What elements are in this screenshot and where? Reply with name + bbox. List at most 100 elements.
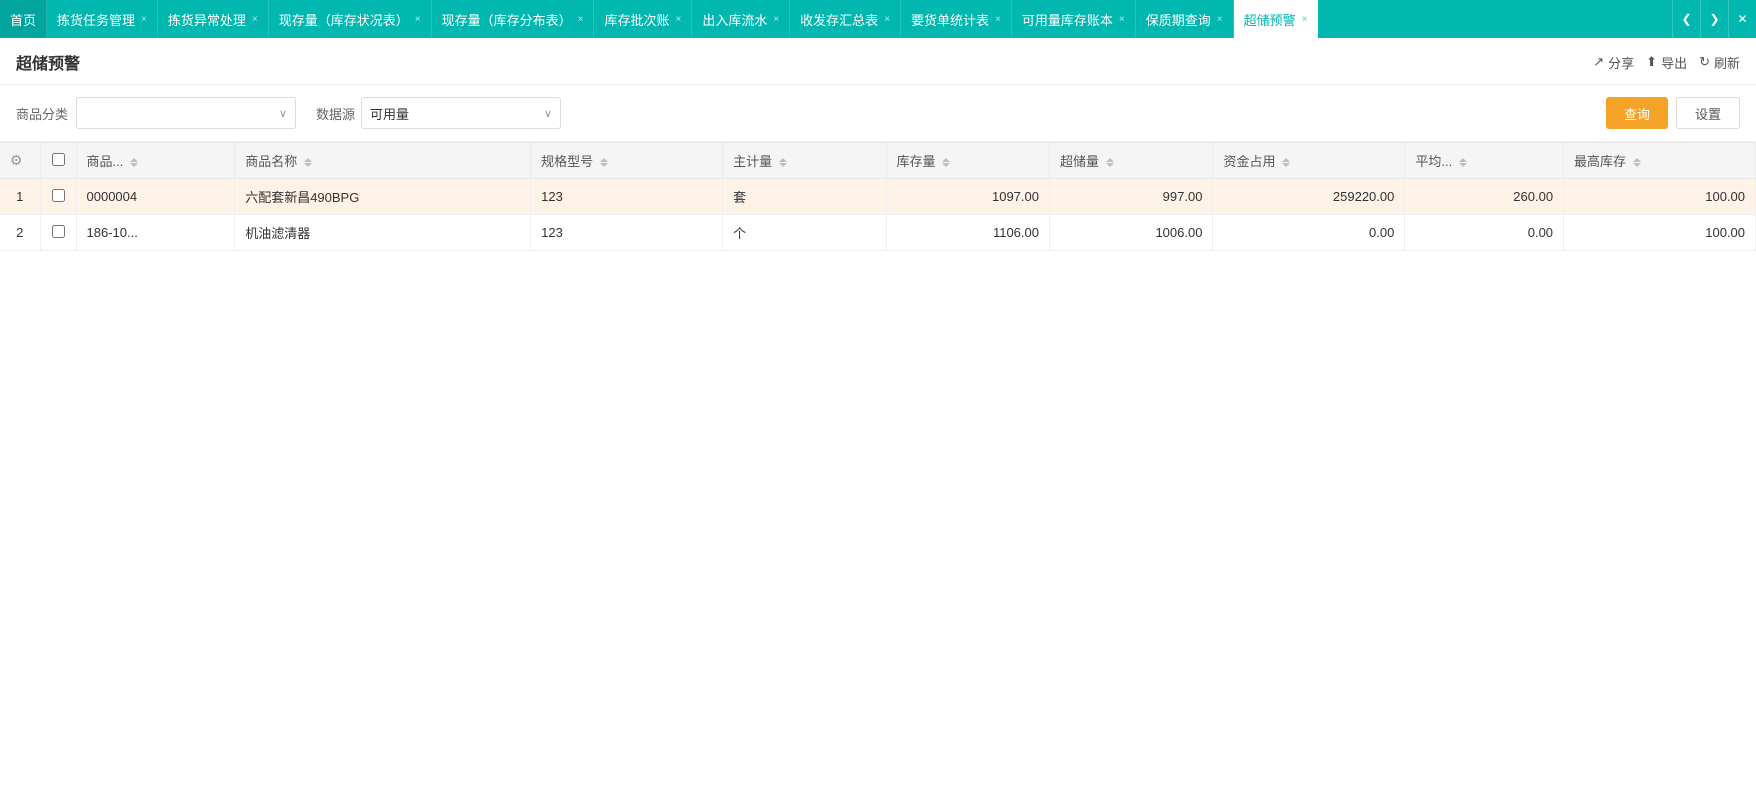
row-num-cell: 2 xyxy=(0,215,40,251)
nav-tab-task-mgmt-close[interactable]: × xyxy=(141,14,147,25)
column-inventory[interactable]: 库存量 xyxy=(886,143,1049,179)
nav-tab-task-mgmt-label: 拣货任务管理 xyxy=(57,10,135,29)
row-checkbox[interactable] xyxy=(52,225,65,238)
settings-button[interactable]: 设置 xyxy=(1676,97,1740,129)
row-product-code: 186-10... xyxy=(76,215,235,251)
column-product-code[interactable]: 商品... xyxy=(76,143,235,179)
nav-tab-collect-summary[interactable]: 收发存汇总表 × xyxy=(790,0,901,38)
nav-tab-order-stats[interactable]: 要货单统计表 × xyxy=(901,0,1012,38)
nav-tab-quality-check-close[interactable]: × xyxy=(1217,14,1223,25)
row-capital: 259220.00 xyxy=(1213,179,1405,215)
nav-tab-abnormal-close[interactable]: × xyxy=(252,14,258,25)
share-button[interactable]: ↗ 分享 xyxy=(1593,53,1634,72)
nav-tab-batch[interactable]: 库存批次账 × xyxy=(594,0,692,38)
table-row: 2 186-10... 机油滤清器 123 个 1106.00 1006.00 … xyxy=(0,215,1756,251)
row-inventory: 1106.00 xyxy=(886,215,1049,251)
row-product-code: 0000004 xyxy=(76,179,235,215)
column-overstock[interactable]: 超储量 xyxy=(1049,143,1212,179)
select-all-checkbox[interactable] xyxy=(52,153,65,166)
category-filter-select[interactable]: ∨ xyxy=(76,97,296,129)
sort-icon-spec xyxy=(600,158,608,167)
row-num-cell: 1 xyxy=(0,179,40,215)
nav-tab-inventory-dist-label: 现存量（库存分布表） xyxy=(442,10,572,29)
main-content: 超储预警 ↗ 分享 ⬆ 导出 ↻ 刷新 商品分类 ∨ 数据源 xyxy=(0,38,1756,800)
sort-icon-inventory xyxy=(942,158,950,167)
nav-tab-overstock-warn-close[interactable]: × xyxy=(1302,14,1308,25)
datasource-filter-value: 可用量 xyxy=(370,104,409,123)
row-product-name: 六配套新昌490BPG xyxy=(235,179,531,215)
nav-tab-inventory-dist-close[interactable]: × xyxy=(578,14,584,25)
nav-tab-collect-summary-label: 收发存汇总表 xyxy=(800,10,878,29)
column-capital-label: 资金占用 xyxy=(1223,154,1275,169)
nav-tab-batch-close[interactable]: × xyxy=(675,14,681,25)
row-checkbox-cell[interactable] xyxy=(40,179,76,215)
column-product-name[interactable]: 商品名称 xyxy=(235,143,531,179)
nav-tab-order-stats-close[interactable]: × xyxy=(995,14,1001,25)
row-checkbox-cell[interactable] xyxy=(40,215,76,251)
sort-icon-unit xyxy=(779,158,787,167)
datasource-chevron-down-icon: ∨ xyxy=(544,107,552,120)
row-max-stock: 100.00 xyxy=(1564,215,1756,251)
sort-icon-max-stock xyxy=(1633,158,1641,167)
nav-tab-usable-ledger[interactable]: 可用量库存账本 × xyxy=(1012,0,1136,38)
row-avg: 260.00 xyxy=(1405,179,1564,215)
sort-icon-overstock xyxy=(1106,158,1114,167)
column-max-stock[interactable]: 最高库存 xyxy=(1564,143,1756,179)
nav-tab-overstock-warn[interactable]: 超储预警 × xyxy=(1234,0,1319,38)
nav-tab-usable-ledger-close[interactable]: × xyxy=(1119,14,1125,25)
export-button[interactable]: ⬆ 导出 xyxy=(1646,53,1687,72)
column-overstock-label: 超储量 xyxy=(1060,154,1099,169)
nav-tab-abnormal[interactable]: 拣货异常处理 × xyxy=(158,0,269,38)
nav-tab-quality-check-label: 保质期查询 xyxy=(1146,10,1211,29)
column-unit[interactable]: 主计量 xyxy=(723,143,886,179)
row-overstock: 1006.00 xyxy=(1049,215,1212,251)
nav-close-button[interactable]: ✕ xyxy=(1728,0,1756,38)
settings-gear-icon[interactable]: ⚙ xyxy=(10,152,23,168)
datasource-filter-label: 数据源 xyxy=(316,104,355,123)
share-label: 分享 xyxy=(1608,53,1634,72)
row-checkbox[interactable] xyxy=(52,189,65,202)
row-capital: 0.00 xyxy=(1213,215,1405,251)
share-icon: ↗ xyxy=(1593,54,1604,70)
nav-tab-quality-check[interactable]: 保质期查询 × xyxy=(1136,0,1234,38)
refresh-button[interactable]: ↻ 刷新 xyxy=(1699,53,1740,72)
nav-prev-button[interactable]: ❮ xyxy=(1672,0,1700,38)
nav-tab-inventory-dist[interactable]: 现存量（库存分布表） × xyxy=(432,0,595,38)
nav-tab-inventory-status-label: 现存量（库存状况表） xyxy=(279,10,409,29)
datasource-filter-select[interactable]: 可用量 ∨ xyxy=(361,97,561,129)
nav-tab-order-stats-label: 要货单统计表 xyxy=(911,10,989,29)
query-button[interactable]: 查询 xyxy=(1606,97,1668,129)
filter-row: 商品分类 ∨ 数据源 可用量 ∨ 查询 设置 xyxy=(0,85,1756,142)
column-checkbox xyxy=(40,143,76,179)
table-row: 1 0000004 六配套新昌490BPG 123 套 1097.00 997.… xyxy=(0,179,1756,215)
nav-tab-home-label: 首页 xyxy=(10,10,36,29)
nav-tab-inventory-status[interactable]: 现存量（库存状况表） × xyxy=(269,0,432,38)
header-actions: ↗ 分享 ⬆ 导出 ↻ 刷新 xyxy=(1593,53,1740,72)
column-max-stock-label: 最高库存 xyxy=(1574,154,1626,169)
table-container: ⚙ 商品... 商品名称 xyxy=(0,142,1756,251)
nav-tab-inout-flow[interactable]: 出入库流水 × xyxy=(692,0,790,38)
export-label: 导出 xyxy=(1661,53,1687,72)
column-spec[interactable]: 规格型号 xyxy=(531,143,723,179)
nav-tab-inout-flow-close[interactable]: × xyxy=(773,14,779,25)
column-product-name-label: 商品名称 xyxy=(245,154,297,169)
arrow-right-icon: ❯ xyxy=(1709,12,1719,26)
nav-tab-task-mgmt[interactable]: 拣货任务管理 × xyxy=(47,0,158,38)
page-title: 超储预警 xyxy=(16,50,80,74)
row-max-stock: 100.00 xyxy=(1564,179,1756,215)
page-header: 超储预警 ↗ 分享 ⬆ 导出 ↻ 刷新 xyxy=(0,38,1756,85)
nav-tab-collect-summary-close[interactable]: × xyxy=(884,14,890,25)
column-avg[interactable]: 平均... xyxy=(1405,143,1564,179)
export-icon: ⬆ xyxy=(1646,54,1657,70)
row-unit: 套 xyxy=(723,179,886,215)
top-navigation: 首页 拣货任务管理 × 拣货异常处理 × 现存量（库存状况表） × 现存量（库存… xyxy=(0,0,1756,38)
nav-tab-inventory-status-close[interactable]: × xyxy=(415,14,421,25)
table-body: 1 0000004 六配套新昌490BPG 123 套 1097.00 997.… xyxy=(0,179,1756,251)
nav-next-button[interactable]: ❯ xyxy=(1700,0,1728,38)
sort-icon-product-name xyxy=(304,158,312,167)
overstock-table: ⚙ 商品... 商品名称 xyxy=(0,142,1756,251)
nav-tab-batch-label: 库存批次账 xyxy=(604,10,669,29)
nav-tab-home[interactable]: 首页 xyxy=(0,0,47,38)
column-capital[interactable]: 资金占用 xyxy=(1213,143,1405,179)
row-spec: 123 xyxy=(531,179,723,215)
